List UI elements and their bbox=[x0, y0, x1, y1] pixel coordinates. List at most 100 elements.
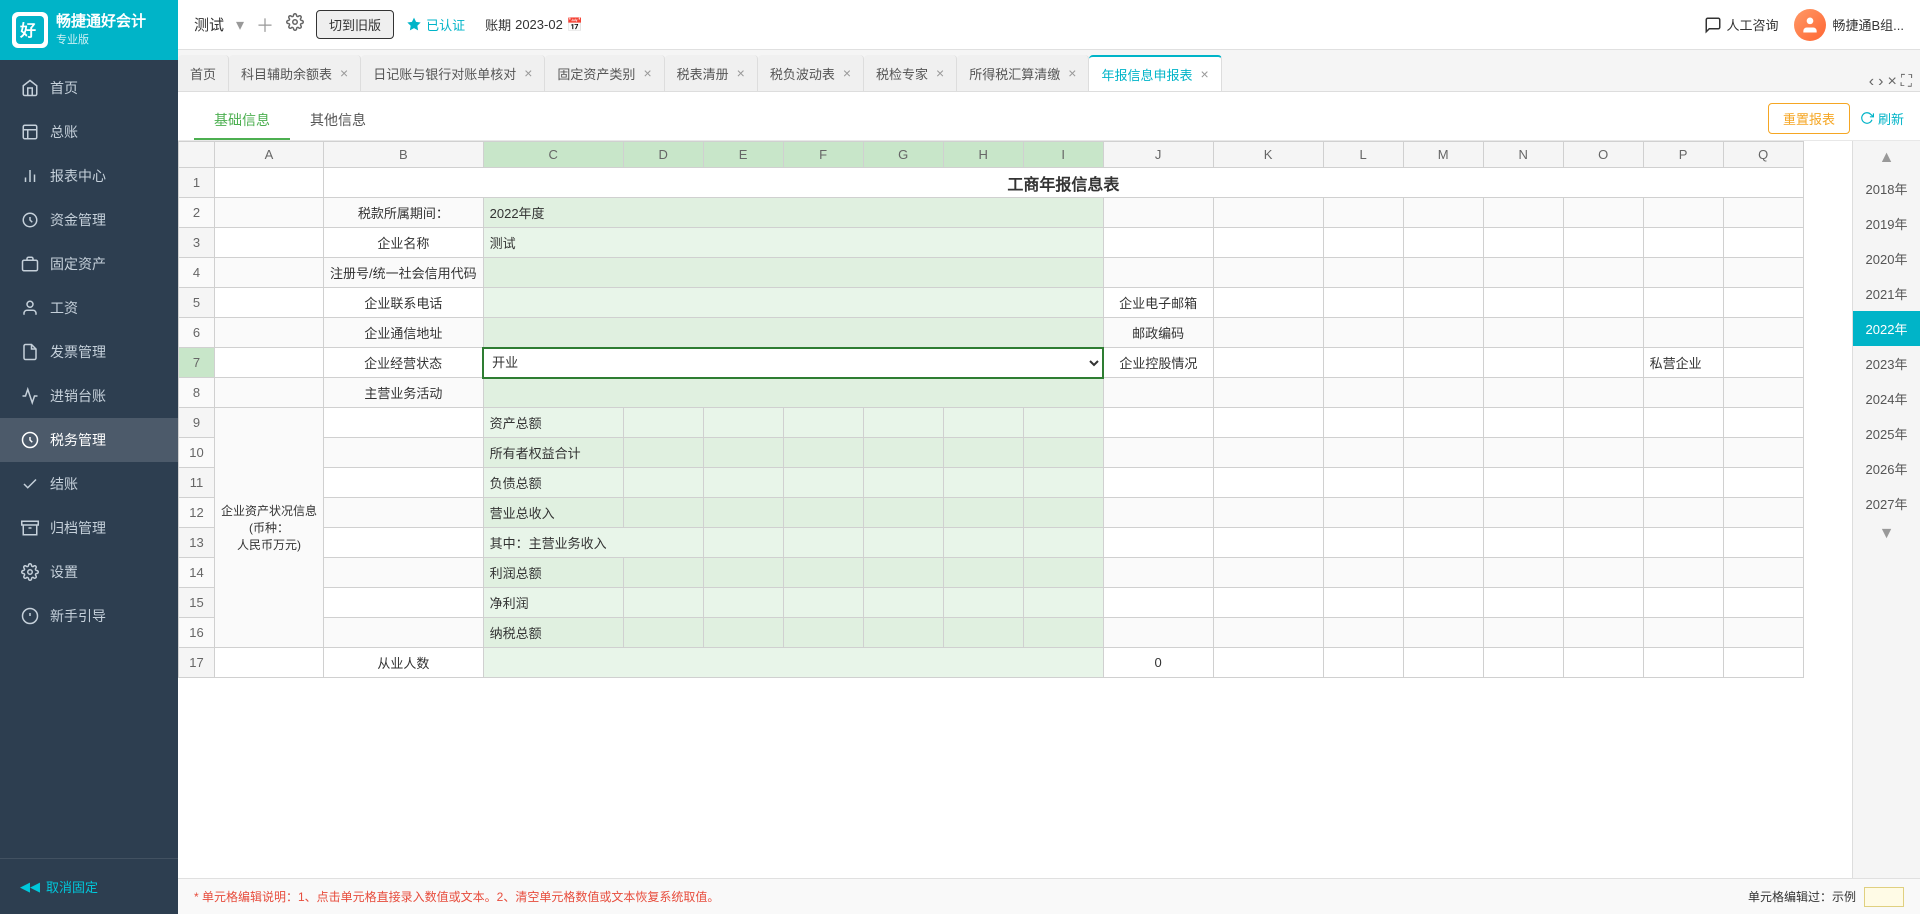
cell-2-L[interactable] bbox=[1323, 198, 1403, 228]
cell-6-O[interactable] bbox=[1563, 318, 1643, 348]
cell-12-E[interactable] bbox=[703, 498, 783, 528]
add-button[interactable]: ＋ bbox=[256, 12, 274, 38]
cell-5-M[interactable] bbox=[1403, 288, 1483, 318]
cell-11-B[interactable] bbox=[324, 468, 484, 498]
cell-12-H[interactable] bbox=[943, 498, 1023, 528]
cell-14-M[interactable] bbox=[1403, 558, 1483, 588]
cell-10-H[interactable] bbox=[943, 438, 1023, 468]
cell-1-A[interactable] bbox=[215, 168, 324, 198]
cell-14-Q[interactable] bbox=[1723, 558, 1803, 588]
cell-7-P[interactable]: 私营企业 bbox=[1643, 348, 1723, 378]
cell-5-C[interactable] bbox=[483, 288, 1103, 318]
cell-6-Q[interactable] bbox=[1723, 318, 1803, 348]
cell-6-L[interactable] bbox=[1323, 318, 1403, 348]
cell-8-K[interactable] bbox=[1213, 378, 1323, 408]
cell-3-O[interactable] bbox=[1563, 228, 1643, 258]
cell-2-B[interactable]: 税款所属期间： bbox=[324, 198, 484, 228]
dropdown-arrow-icon[interactable]: ▾ bbox=[236, 15, 244, 35]
col-header-A[interactable]: A bbox=[215, 142, 324, 168]
cell-14-I[interactable] bbox=[1023, 558, 1103, 588]
close-tab-taxreturn[interactable]: × bbox=[737, 65, 745, 81]
cell-15-O[interactable] bbox=[1563, 588, 1643, 618]
cell-14-G[interactable] bbox=[863, 558, 943, 588]
cell-12-F[interactable] bbox=[783, 498, 863, 528]
col-header-G[interactable]: G bbox=[863, 142, 943, 168]
sidebar-item-funds[interactable]: 资金管理 bbox=[0, 198, 178, 242]
cell-5-N[interactable] bbox=[1483, 288, 1563, 318]
cell-8-M[interactable] bbox=[1403, 378, 1483, 408]
sheet-title-cell[interactable]: 工商年报信息表 bbox=[324, 168, 1804, 198]
tab-taxwave[interactable]: 税负波动表 × bbox=[758, 55, 864, 91]
cell-14-C[interactable]: 利润总额 bbox=[483, 558, 623, 588]
cell-9-N[interactable] bbox=[1483, 408, 1563, 438]
cell-10-N[interactable] bbox=[1483, 438, 1563, 468]
cell-2-O[interactable] bbox=[1563, 198, 1643, 228]
cell-9-J[interactable] bbox=[1103, 408, 1213, 438]
cell-14-D[interactable] bbox=[623, 558, 703, 588]
year-item-2018[interactable]: 2018年 bbox=[1853, 171, 1920, 206]
cell-9-E[interactable] bbox=[703, 408, 783, 438]
cell-12-D[interactable] bbox=[623, 498, 703, 528]
cell-13-C[interactable]: 其中：主营业务收入 bbox=[483, 528, 703, 558]
cell-11-I[interactable] bbox=[1023, 468, 1103, 498]
cell-10-O[interactable] bbox=[1563, 438, 1643, 468]
cell-13-L[interactable] bbox=[1323, 528, 1403, 558]
close-tab-annual[interactable]: × bbox=[1200, 66, 1208, 82]
cell-13-H[interactable] bbox=[943, 528, 1023, 558]
cell-9-Q[interactable] bbox=[1723, 408, 1803, 438]
cell-15-M[interactable] bbox=[1403, 588, 1483, 618]
cell-10-L[interactable] bbox=[1323, 438, 1403, 468]
cell-6-J[interactable]: 邮政编码 bbox=[1103, 318, 1213, 348]
col-header-F[interactable]: F bbox=[783, 142, 863, 168]
cell-14-B[interactable] bbox=[324, 558, 484, 588]
year-item-2021[interactable]: 2021年 bbox=[1853, 276, 1920, 311]
year-scroll-down[interactable]: ▼ bbox=[1853, 521, 1920, 547]
cell-5-L[interactable] bbox=[1323, 288, 1403, 318]
cell-10-E[interactable] bbox=[703, 438, 783, 468]
cell-11-L[interactable] bbox=[1323, 468, 1403, 498]
close-tab-assets[interactable]: × bbox=[643, 65, 651, 81]
cell-11-D[interactable] bbox=[623, 468, 703, 498]
cell-4-O[interactable] bbox=[1563, 258, 1643, 288]
year-item-2025[interactable]: 2025年 bbox=[1853, 416, 1920, 451]
cell-8-L[interactable] bbox=[1323, 378, 1403, 408]
year-item-2026[interactable]: 2026年 bbox=[1853, 451, 1920, 486]
cell-7-L[interactable] bbox=[1323, 348, 1403, 378]
cell-6-M[interactable] bbox=[1403, 318, 1483, 348]
sidebar-item-guide[interactable]: 新手引导 bbox=[0, 594, 178, 638]
sidebar-item-tax[interactable]: 税务管理 bbox=[0, 418, 178, 462]
sidebar-item-archive[interactable]: 归档管理 bbox=[0, 506, 178, 550]
cell-7-C[interactable]: 开业 注销 吊销 迁出 撤销 bbox=[483, 348, 1103, 378]
cell-13-O[interactable] bbox=[1563, 528, 1643, 558]
cell-10-C[interactable]: 所有者权益合计 bbox=[483, 438, 623, 468]
sidebar-item-settings[interactable]: 设置 bbox=[0, 550, 178, 594]
cell-14-N[interactable] bbox=[1483, 558, 1563, 588]
cell-16-G[interactable] bbox=[863, 618, 943, 648]
tab-income[interactable]: 所得税汇算清缴 × bbox=[957, 55, 1089, 91]
cell-13-J[interactable] bbox=[1103, 528, 1213, 558]
close-tab-aux[interactable]: × bbox=[340, 65, 348, 81]
tab-prev-button[interactable]: ‹ bbox=[1869, 73, 1874, 91]
cell-11-O[interactable] bbox=[1563, 468, 1643, 498]
cell-13-K[interactable] bbox=[1213, 528, 1323, 558]
cell-15-J[interactable] bbox=[1103, 588, 1213, 618]
reset-report-button[interactable]: 重置报表 bbox=[1768, 103, 1850, 134]
col-header-H[interactable]: H bbox=[943, 142, 1023, 168]
tab-aux[interactable]: 科目辅助余额表 × bbox=[229, 55, 361, 91]
cell-14-K[interactable] bbox=[1213, 558, 1323, 588]
cell-14-O[interactable] bbox=[1563, 558, 1643, 588]
cell-8-N[interactable] bbox=[1483, 378, 1563, 408]
cell-3-K[interactable] bbox=[1213, 228, 1323, 258]
year-item-2020[interactable]: 2020年 bbox=[1853, 241, 1920, 276]
cell-14-E[interactable] bbox=[703, 558, 783, 588]
cell-13-M[interactable] bbox=[1403, 528, 1483, 558]
cell-8-Q[interactable] bbox=[1723, 378, 1803, 408]
cell-9-F[interactable] bbox=[783, 408, 863, 438]
cell-17-C[interactable] bbox=[483, 648, 1103, 678]
cell-15-D[interactable] bbox=[623, 588, 703, 618]
cell-5-J[interactable]: 企业电子邮箱 bbox=[1103, 288, 1213, 318]
cell-3-A[interactable] bbox=[215, 228, 324, 258]
cell-8-J[interactable] bbox=[1103, 378, 1213, 408]
col-header-D[interactable]: D bbox=[623, 142, 703, 168]
cell-16-B[interactable] bbox=[324, 618, 484, 648]
